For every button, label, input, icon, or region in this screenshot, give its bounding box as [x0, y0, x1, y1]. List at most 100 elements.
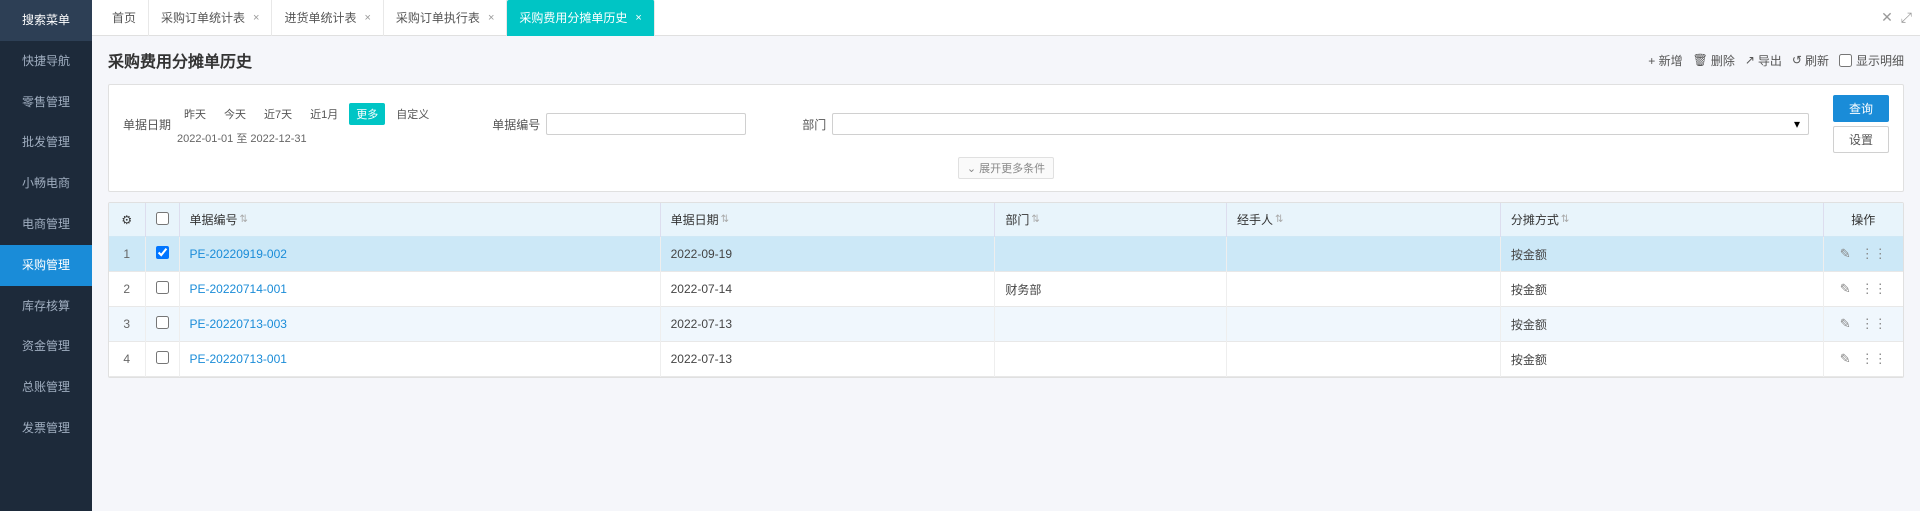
sidebar-item-retail[interactable]: 零售管理 [0, 82, 92, 123]
search-button[interactable]: 查询 [1833, 95, 1889, 122]
date-7days-btn[interactable]: 近7天 [257, 103, 299, 125]
dept-col-header[interactable]: 部门 ⇅ [995, 203, 1227, 237]
maximize-icon[interactable]: ⤢ [1901, 9, 1912, 26]
doc-num-link[interactable]: PE-20220713-003 [190, 317, 287, 331]
tab-close-icon[interactable]: × [635, 12, 641, 24]
settings-col-header[interactable]: ⚙ [109, 203, 145, 237]
search-action-buttons: 查询 设置 [1833, 95, 1889, 153]
date-range-buttons: 昨天 今天 近7天 近1月 更多 自定义 [177, 103, 436, 125]
tab-home[interactable]: 首页 [100, 0, 149, 36]
action-cell: ✎ ⋮⋮ [1823, 237, 1903, 272]
more-action-icon[interactable]: ⋮⋮ [1859, 314, 1889, 334]
tab-purchase-exec[interactable]: 采购订单执行表× [384, 0, 507, 36]
date-1month-btn[interactable]: 近1月 [303, 103, 345, 125]
row-num-cell: 1 [109, 237, 145, 272]
date-more-btn[interactable]: 更多 [349, 103, 385, 125]
doc-date-cell: 2022-07-13 [660, 307, 995, 342]
tab-close-icon[interactable]: × [364, 12, 370, 24]
row-checkbox[interactable] [156, 246, 169, 259]
handler-col-header[interactable]: 经手人 ⇅ [1227, 203, 1501, 237]
split-method-cell: 按金额 [1500, 342, 1823, 377]
show-detail-checkbox[interactable] [1839, 54, 1852, 67]
sidebar: 搜索菜单快捷导航零售管理批发管理小畅电商电商管理采购管理库存核算资金管理总账管理… [0, 0, 92, 511]
doc-num-link[interactable]: PE-20220919-002 [190, 247, 287, 261]
sort-arrow-icon: ⇅ [1561, 214, 1569, 225]
table-row: 3 PE-20220713-003 2022-07-13 按金额 ✎ ⋮⋮ [109, 307, 1903, 342]
sidebar-item-wholesale[interactable]: 批发管理 [0, 122, 92, 163]
more-action-icon[interactable]: ⋮⋮ [1859, 279, 1889, 299]
edit-icon[interactable]: ✎ [1838, 314, 1853, 334]
add-button[interactable]: + 新增 [1648, 52, 1682, 69]
sort-arrow-icon: ⇅ [1031, 214, 1039, 225]
row-checkbox[interactable] [156, 281, 169, 294]
sidebar-item-mini[interactable]: 小畅电商 [0, 163, 92, 204]
refresh-button[interactable]: ↺ 刷新 [1792, 52, 1829, 69]
sidebar-item-invoice[interactable]: 发票管理 [0, 408, 92, 449]
export-button[interactable]: ↗ 导出 [1745, 52, 1782, 69]
show-detail-checkbox-label[interactable]: 显示明细 [1839, 52, 1904, 69]
doc-num-link[interactable]: PE-20220713-001 [190, 352, 287, 366]
trash-icon: 🗑 [1693, 53, 1708, 67]
table-row: 1 PE-20220919-002 2022-09-19 按金额 ✎ ⋮⋮ [109, 237, 1903, 272]
split-method-col-header[interactable]: 分摊方式 ⇅ [1500, 203, 1823, 237]
chevron-down-icon: ▾ [1794, 117, 1800, 131]
sort-arrow-icon: ⇅ [240, 214, 248, 225]
doc-num-cell: PE-20220713-001 [179, 342, 660, 377]
doc-date-cell: 2022-07-14 [660, 272, 995, 307]
sidebar-item-finance[interactable]: 资金管理 [0, 326, 92, 367]
date-range-text: 2022-01-01 至 2022-12-31 [177, 130, 436, 146]
dept-field: 部门 ▾ [802, 113, 1809, 135]
sidebar-item-inventory[interactable]: 库存核算 [0, 286, 92, 327]
table-body: 1 PE-20220919-002 2022-09-19 按金额 ✎ ⋮⋮ 2 [109, 237, 1903, 377]
tab-inbound-stats[interactable]: 进货单统计表× [272, 0, 383, 36]
dept-select[interactable]: ▾ [832, 113, 1809, 135]
edit-icon[interactable]: ✎ [1838, 279, 1853, 299]
settings-button[interactable]: 设置 [1833, 126, 1889, 153]
sidebar-item-quick[interactable]: 快捷导航 [0, 41, 92, 82]
sidebar-item-purchase[interactable]: 采购管理 [0, 245, 92, 286]
tab-purchase-cost[interactable]: 采购费用分摊单历史× [507, 0, 654, 36]
more-action-icon[interactable]: ⋮⋮ [1859, 244, 1889, 264]
page-header: 采购费用分摊单历史 + 新增 🗑 删除 ↗ 导出 ↺ 刷新 [108, 48, 1904, 72]
select-all-checkbox[interactable] [156, 212, 169, 225]
table-header-row: ⚙ 单据编号 ⇅ 单据日期 [109, 203, 1903, 237]
content-area: 采购费用分摊单历史 + 新增 🗑 删除 ↗ 导出 ↺ 刷新 [92, 36, 1920, 511]
sidebar-item-ecommerce[interactable]: 电商管理 [0, 204, 92, 245]
expand-more-row: ⌄ 展开更多条件 [123, 153, 1889, 181]
date-custom-btn[interactable]: 自定义 [389, 103, 436, 125]
edit-icon[interactable]: ✎ [1838, 244, 1853, 264]
date-field: 单据日期 昨天 今天 近7天 近1月 更多 自定义 2022-01-01 至 2… [123, 103, 436, 146]
edit-icon[interactable]: ✎ [1838, 349, 1853, 369]
row-checkbox-cell [145, 272, 179, 307]
tab-close-icon[interactable]: × [488, 12, 494, 24]
doc-num-link[interactable]: PE-20220714-001 [190, 282, 287, 296]
close-window-icon[interactable]: ✕ [1881, 9, 1893, 26]
row-num-cell: 3 [109, 307, 145, 342]
row-checkbox-cell [145, 342, 179, 377]
doc-num-input[interactable] [546, 113, 746, 135]
export-icon: ↗ [1745, 53, 1755, 67]
handler-cell [1227, 272, 1501, 307]
date-today-btn[interactable]: 今天 [217, 103, 253, 125]
table-container: ⚙ 单据编号 ⇅ 单据日期 [108, 202, 1904, 378]
sidebar-item-ledger[interactable]: 总账管理 [0, 367, 92, 408]
checkbox-col-header [145, 203, 179, 237]
doc-date-col-header[interactable]: 单据日期 ⇅ [660, 203, 995, 237]
more-action-icon[interactable]: ⋮⋮ [1859, 349, 1889, 369]
table-row: 2 PE-20220714-001 2022-07-14 财务部 按金额 ✎ ⋮… [109, 272, 1903, 307]
tab-close-icon[interactable]: × [253, 12, 259, 24]
tab-purchase-stats[interactable]: 采购订单统计表× [149, 0, 272, 36]
row-checkbox[interactable] [156, 351, 169, 364]
row-checkbox-cell [145, 237, 179, 272]
action-cell: ✎ ⋮⋮ [1823, 307, 1903, 342]
row-checkbox-cell [145, 307, 179, 342]
delete-button[interactable]: 🗑 删除 [1693, 52, 1735, 69]
doc-num-col-header[interactable]: 单据编号 ⇅ [179, 203, 660, 237]
doc-num-field: 单据编号 [492, 113, 746, 135]
row-checkbox[interactable] [156, 316, 169, 329]
main-table: ⚙ 单据编号 ⇅ 单据日期 [109, 203, 1903, 377]
search-panel: 单据日期 昨天 今天 近7天 近1月 更多 自定义 2022-01-01 至 2… [108, 84, 1904, 192]
expand-more-button[interactable]: ⌄ 展开更多条件 [958, 157, 1054, 179]
sidebar-item-search[interactable]: 搜索菜单 [0, 0, 92, 41]
date-yesterday-btn[interactable]: 昨天 [177, 103, 213, 125]
